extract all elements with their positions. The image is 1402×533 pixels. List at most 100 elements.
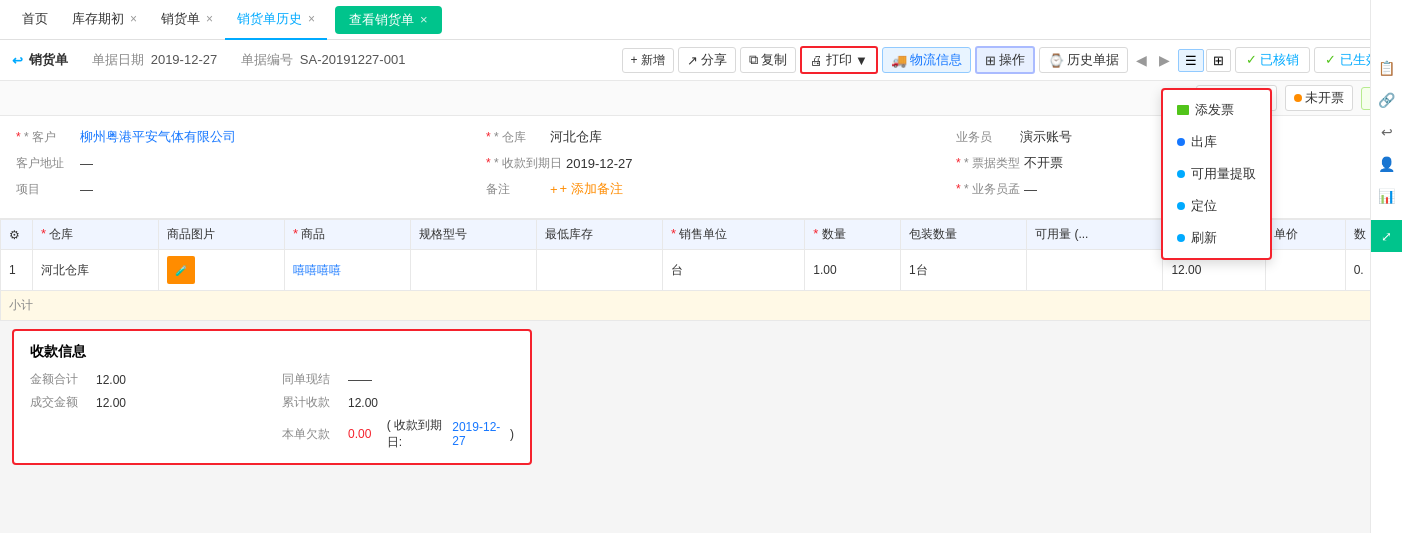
history-button[interactable]: ⌚ 历史单据 [1039, 47, 1128, 73]
sidebar-undo-icon[interactable]: ↩ [1381, 124, 1393, 140]
total-amount-label: 金额合计 [30, 371, 90, 388]
next-arrow[interactable]: ▶ [1155, 52, 1174, 68]
tab-inventory[interactable]: 库存期初 × [60, 0, 149, 40]
main-content: ↩ 销货单 单据日期 2019-12-27 单据编号 SA-20191227-0… [0, 40, 1402, 533]
cancel-status-button[interactable]: ✓ 已核销 [1235, 47, 1311, 73]
close-tab-inventory[interactable]: × [130, 12, 137, 26]
sidebar-link-icon[interactable]: 🔗 [1378, 92, 1395, 108]
list-view-button[interactable]: ☰ [1178, 49, 1204, 72]
customer-field: * 客户 柳州粤港平安气体有限公司 [16, 128, 446, 146]
print-button[interactable]: 🖨 打印 ▼ [800, 46, 878, 74]
tab-sales[interactable]: 销货单 × [149, 0, 225, 40]
warehouse-value: 河北仓库 [550, 128, 602, 146]
sales-staff-label: * 业务员孟 [956, 181, 1020, 198]
row-product-img: 🧪 [159, 250, 285, 291]
project-value: — [80, 182, 93, 197]
copy-button[interactable]: ⧉ 复制 [740, 47, 796, 73]
right-sidebar: 📋 🔗 ↩ 👤 📊 ⤢ [1370, 0, 1402, 533]
ticket-type-value: 不开票 [1024, 154, 1063, 172]
dropdown-add-invoice[interactable]: 添发票 [1163, 94, 1270, 126]
dropdown-available-qty[interactable]: 可用量提取 [1163, 158, 1270, 190]
same-order-value: —— [348, 373, 372, 387]
copy-icon: ⧉ [749, 52, 758, 68]
tab-home[interactable]: 首页 [10, 0, 60, 40]
share-button[interactable]: ↗ 分享 [678, 47, 736, 73]
not-open-button[interactable]: 未开票 [1285, 85, 1353, 111]
row-warehouse: 河北仓库 [33, 250, 159, 291]
col-spec: 规格型号 [411, 220, 537, 250]
customer-label: * 客户 [16, 129, 76, 146]
row-product[interactable]: 嘻嘻嘻嘻 [285, 250, 411, 291]
address-label: 客户地址 [16, 155, 76, 172]
due-note-label [377, 427, 380, 441]
tab-bar: 首页 库存期初 × 销货单 × 销货单历史 × 查看销货单 × × [0, 0, 1402, 40]
new-button[interactable]: + 新增 [622, 48, 674, 73]
close-tab-view-sales[interactable]: × [420, 12, 428, 27]
refresh-icon [1177, 234, 1185, 242]
transaction-amount-row: 成交金额 12.00 [30, 394, 262, 411]
col-product-img: 商品图片 [159, 220, 285, 250]
dropdown-locate[interactable]: 定位 [1163, 190, 1270, 222]
cumulative-label: 累计收款 [282, 394, 342, 411]
product-thumbnail: 🧪 [167, 256, 195, 284]
sidebar-user-icon[interactable]: 👤 [1378, 156, 1395, 172]
col-settings[interactable]: ⚙ [1, 220, 33, 250]
dropdown-outbound[interactable]: 出库 [1163, 126, 1270, 158]
customer-value[interactable]: 柳州粤港平安气体有限公司 [80, 128, 236, 146]
ticket-dot-icon [1294, 94, 1302, 102]
truck-icon: 🚚 [891, 53, 907, 68]
doc-date-label: 单据日期 2019-12-27 [92, 51, 217, 69]
row-pack-qty: 1台 [901, 250, 1027, 291]
history-icon: ⌚ [1048, 53, 1064, 68]
tab-view-sales[interactable]: 查看销货单 × [335, 6, 442, 34]
row-num: 1 [1, 250, 33, 291]
payment-title: 收款信息 [30, 343, 514, 361]
col-sales-unit: * 销售单位 [663, 220, 805, 250]
effect-check-icon: ✓ [1325, 52, 1336, 67]
close-tab-sales[interactable]: × [206, 12, 213, 26]
due-note-label2: ( 收款到期日: [387, 417, 447, 451]
dropdown-refresh[interactable]: 刷新 [1163, 222, 1270, 254]
sidebar-expand-icon[interactable]: ⤢ [1371, 220, 1403, 252]
cumulative-row: 累计收款 12.00 [282, 394, 514, 411]
grid-view-button[interactable]: ⊞ [1206, 49, 1231, 72]
row-sales-unit: 台 [663, 250, 805, 291]
warehouse-field: * 仓库 河北仓库 [486, 128, 916, 146]
col-unit-price: 单价 [1266, 220, 1345, 250]
row-quantity: 1.00 [805, 250, 901, 291]
locate-icon [1177, 202, 1185, 210]
doc-type-icon: ↩ [12, 53, 23, 68]
col-available: 可用量 (... [1027, 220, 1163, 250]
sidebar-clipboard-icon[interactable]: 📋 [1378, 60, 1395, 76]
same-order-label: 同单现结 [282, 371, 342, 388]
operations-button[interactable]: ⊞ 操作 [975, 46, 1035, 74]
check-circle-icon: ✓ [1246, 52, 1257, 67]
available-qty-icon [1177, 170, 1185, 178]
logistics-button[interactable]: 🚚 物流信息 [882, 47, 971, 73]
warehouse-label: * 仓库 [486, 129, 546, 146]
transaction-amount-label: 成交金额 [30, 394, 90, 411]
total-amount-row: 金额合计 12.00 [30, 371, 262, 388]
plus-icon: + [550, 182, 558, 197]
subtotal-row: 小计 [1, 291, 1402, 321]
total-amount-value: 12.00 [96, 373, 126, 387]
close-tab-sales-history[interactable]: × [308, 12, 315, 26]
tab-sales-history[interactable]: 销货单历史 × [225, 0, 327, 40]
same-order-row: 同单现结 —— [282, 371, 514, 388]
cumulative-value: 12.00 [348, 396, 378, 410]
payment-grid: 金额合计 12.00 同单现结 —— 成交金额 12.00 累计收款 12.00… [30, 371, 514, 451]
address-field: 客户地址 — [16, 155, 446, 172]
col-product: * 商品 [285, 220, 411, 250]
current-owed-row: 本单欠款 0.00 ( 收款到期日: 2019-12-27 ) [282, 417, 514, 451]
col-warehouse: * 仓库 [33, 220, 159, 250]
print-icon: 🖨 [810, 53, 823, 68]
due-date-field: * 收款到期日 2019-12-27 [486, 155, 916, 172]
staff-value: 演示账号 [1020, 128, 1072, 146]
add-note-button[interactable]: + + 添加备注 [550, 180, 623, 198]
print-dropdown-arrow: ▼ [855, 53, 868, 68]
outbound-icon [1177, 138, 1185, 146]
sidebar-chart-icon[interactable]: 📊 [1378, 188, 1395, 204]
col-pack-qty: 包装数量 [901, 220, 1027, 250]
prev-arrow[interactable]: ◀ [1132, 52, 1151, 68]
note-label: 备注 [486, 181, 546, 198]
